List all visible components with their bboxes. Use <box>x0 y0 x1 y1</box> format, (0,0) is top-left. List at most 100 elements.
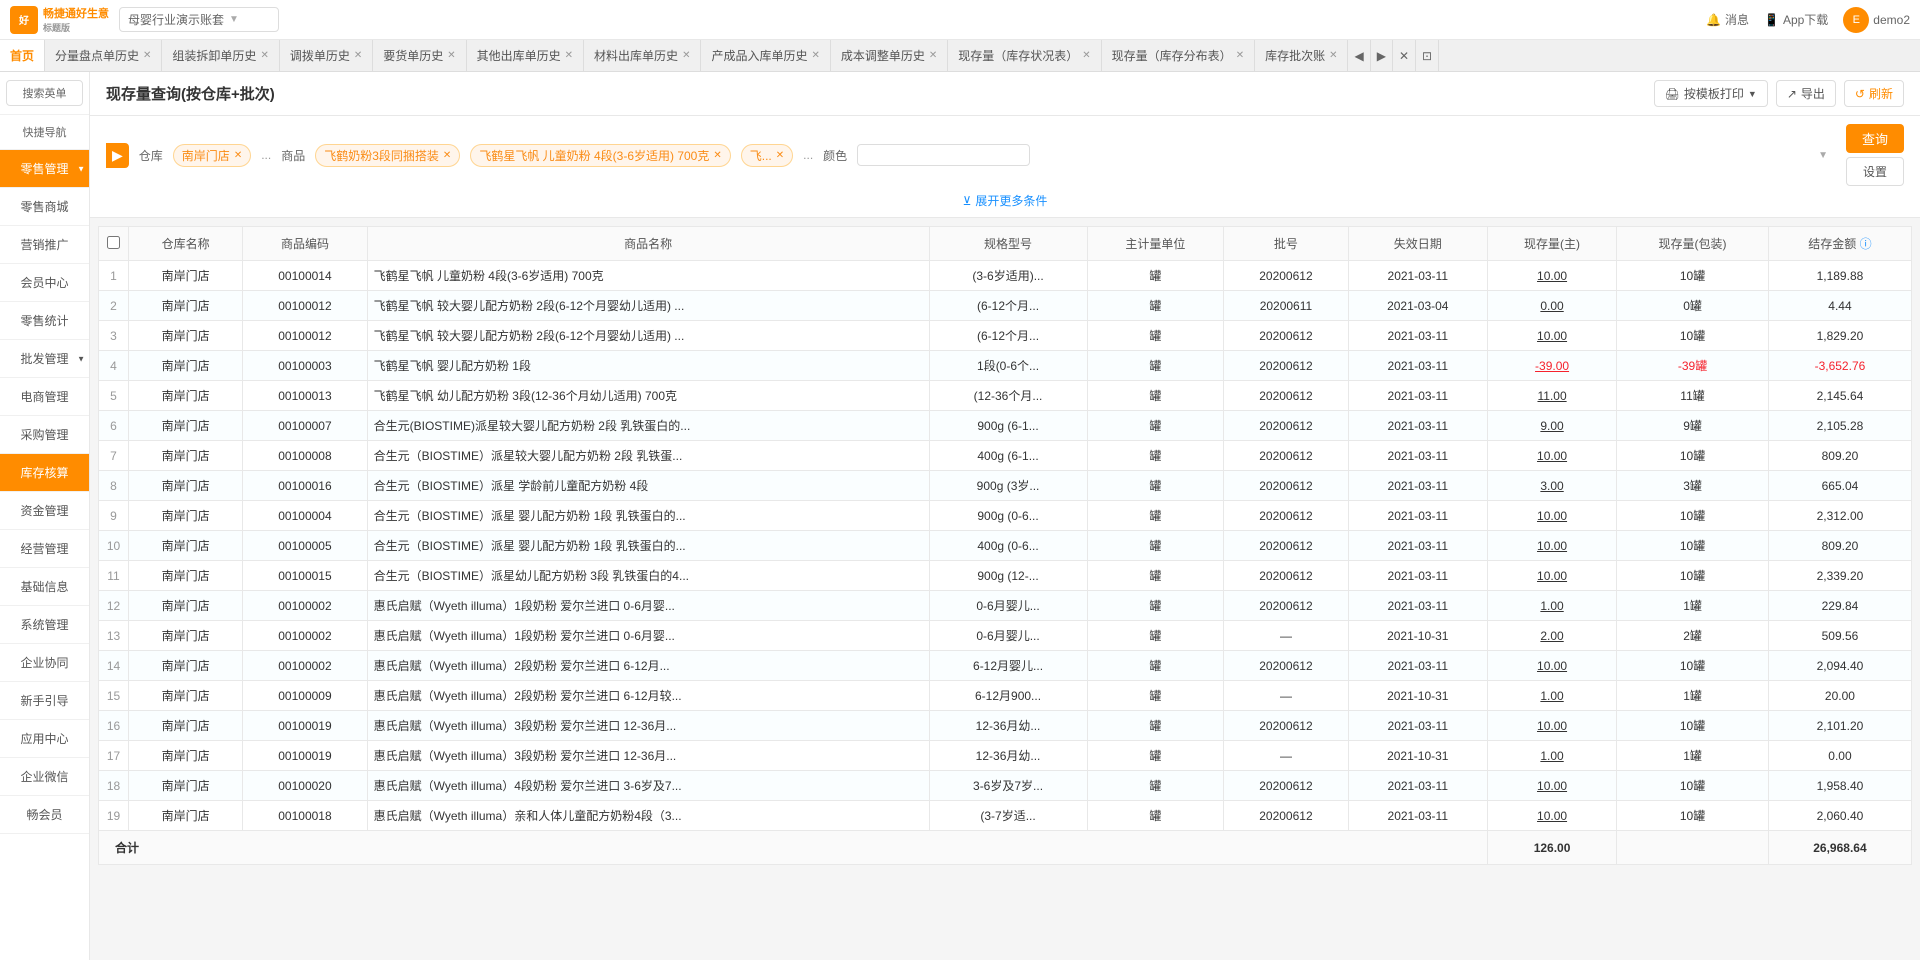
sidebar-item-qi-ye[interactable]: 企业协同 <box>0 644 89 682</box>
sidebar-item-pi-fa[interactable]: 批发管理 <box>0 340 89 378</box>
sidebar-item-cai-gou[interactable]: 采购管理 <box>0 416 89 454</box>
cell-qty-main[interactable]: 10.00 <box>1487 501 1616 531</box>
cell-qty-main[interactable]: 1.00 <box>1487 741 1616 771</box>
template-print-button[interactable]: 🖨 按模板打印 ▼ <box>1654 80 1768 107</box>
tab-qi-ta[interactable]: 其他出库单历史 ✕ <box>467 40 584 72</box>
sidebar-item-hui-yuan[interactable]: 会员中心 <box>0 264 89 302</box>
settings-button[interactable]: 设置 <box>1846 157 1904 186</box>
cell-expire: 2021-03-11 <box>1348 651 1487 681</box>
goods-more[interactable]: ... <box>803 148 813 162</box>
cell-qty-main[interactable]: 10.00 <box>1487 711 1616 741</box>
sidebar-item-ling-shou[interactable]: 零售管理 <box>0 150 89 188</box>
close-icon[interactable]: ✕ <box>682 50 690 61</box>
cell-qty-main[interactable]: 10.00 <box>1487 261 1616 291</box>
workspace-selector[interactable]: 母婴行业演示账套 ▼ <box>119 7 279 32</box>
cell-name: 飞鹤星飞帆 婴儿配方奶粉 1段 <box>367 351 929 381</box>
warehouse-more[interactable]: ... <box>261 148 271 162</box>
sidebar-item-ling-shou-shop[interactable]: 零售商城 <box>0 188 89 226</box>
filter-toggle-btn[interactable]: ▶ <box>106 143 129 168</box>
tab-cai-liao[interactable]: 材料出库单历史 ✕ <box>584 40 701 72</box>
user-info[interactable]: E demo2 <box>1843 7 1910 33</box>
cell-num: 4 <box>99 351 129 381</box>
sidebar-item-zi-jin[interactable]: 资金管理 <box>0 492 89 530</box>
tab-nav-close[interactable]: ✕ <box>1393 40 1416 72</box>
close-icon[interactable]: ✕ <box>811 50 819 61</box>
cell-qty-main[interactable]: 2.00 <box>1487 621 1616 651</box>
message-btn[interactable]: 🔔 消息 <box>1706 11 1749 28</box>
cell-amount: 809.20 <box>1768 441 1911 471</box>
warehouse-tag-remove[interactable]: ✕ <box>234 150 242 161</box>
cell-qty-pkg: 9罐 <box>1617 411 1769 441</box>
cell-code: 00100007 <box>243 411 367 441</box>
color-input[interactable] <box>857 144 1030 166</box>
goods-tag-3-remove[interactable]: ✕ <box>776 150 784 161</box>
close-icon[interactable]: ✕ <box>447 50 455 61</box>
top-bar: 好 畅捷通好生意 标题版 母婴行业演示账套 ▼ 🔔 消息 📱 App下载 E d… <box>0 0 1920 40</box>
query-button[interactable]: 查询 <box>1846 124 1904 153</box>
cell-qty-main[interactable]: 11.00 <box>1487 381 1616 411</box>
select-all-checkbox[interactable] <box>107 236 120 249</box>
sidebar-item-ku-cun[interactable]: 库存核算 <box>0 454 89 492</box>
sidebar-item-xin-shou[interactable]: 新手引导 <box>0 682 89 720</box>
cell-qty-main[interactable]: 10.00 <box>1487 321 1616 351</box>
sidebar-item-dian-shang[interactable]: 电商管理 <box>0 378 89 416</box>
cell-qty-main[interactable]: 10.00 <box>1487 801 1616 831</box>
close-icon[interactable]: ✕ <box>354 50 362 61</box>
table-row: 16南岸门店00100019惠氏启赋（Wyeth illuma）3段奶粉 爱尔兰… <box>99 711 1912 741</box>
app-download-btn[interactable]: 📱 App下载 <box>1764 11 1828 28</box>
cell-qty-main[interactable]: 3.00 <box>1487 471 1616 501</box>
sidebar-item-ling-shou-stat[interactable]: 零售统计 <box>0 302 89 340</box>
close-icon[interactable]: ✕ <box>260 50 268 61</box>
cell-unit: 罐 <box>1087 501 1224 531</box>
tab-home[interactable]: 首页 <box>0 40 45 72</box>
tab-nav-prev[interactable]: ◀ <box>1348 40 1370 72</box>
sidebar-item-jing-ying[interactable]: 经营管理 <box>0 530 89 568</box>
sidebar-item-qi-ye-wei[interactable]: 企业微信 <box>0 758 89 796</box>
goods-tag-2-remove[interactable]: ✕ <box>713 150 721 161</box>
table-row: 15南岸门店00100009惠氏启赋（Wyeth illuma）2段奶粉 爱尔兰… <box>99 681 1912 711</box>
close-icon[interactable]: ✕ <box>1236 50 1244 61</box>
cell-qty-main[interactable]: 10.00 <box>1487 651 1616 681</box>
close-icon[interactable]: ✕ <box>565 50 573 61</box>
tab-nav-next[interactable]: ▶ <box>1371 40 1393 72</box>
cell-qty-main[interactable]: 1.00 <box>1487 681 1616 711</box>
export-button[interactable]: ↗ 导出 <box>1776 80 1836 107</box>
cell-qty-main[interactable]: 10.00 <box>1487 561 1616 591</box>
goods-tag-1-remove[interactable]: ✕ <box>443 150 451 161</box>
cell-expire: 2021-10-31 <box>1348 741 1487 771</box>
sidebar-item-ying-yong[interactable]: 应用中心 <box>0 720 89 758</box>
tab-nav-expand[interactable]: ⊡ <box>1416 40 1439 72</box>
sidebar-item-ying-xiao[interactable]: 营销推广 <box>0 226 89 264</box>
tab-chan-pin[interactable]: 产成品入库单历史 ✕ <box>701 40 830 72</box>
close-icon[interactable]: ✕ <box>143 50 151 61</box>
tab-fen-pan[interactable]: 分量盘点单历史 ✕ <box>45 40 162 72</box>
expand-more-btn[interactable]: ⊻ 展开更多条件 <box>963 192 1048 209</box>
sidebar-item-chang-hui[interactable]: 畅会员 <box>0 796 89 834</box>
cell-qty-main[interactable]: 10.00 <box>1487 771 1616 801</box>
close-icon[interactable]: ✕ <box>929 50 937 61</box>
tab-tiao-bo[interactable]: 调拨单历史 ✕ <box>280 40 373 72</box>
sidebar-item-ji-chu[interactable]: 基础信息 <box>0 568 89 606</box>
tab-cheng-ben[interactable]: 成本调整单历史 ✕ <box>831 40 948 72</box>
cell-unit: 罐 <box>1087 711 1224 741</box>
cell-qty-main[interactable]: 9.00 <box>1487 411 1616 441</box>
close-icon[interactable]: ✕ <box>1082 50 1090 61</box>
sidebar-item-xi-tong[interactable]: 系统管理 <box>0 606 89 644</box>
tab-zu-chai[interactable]: 组装拆卸单历史 ✕ <box>162 40 279 72</box>
cell-qty-main[interactable]: 10.00 <box>1487 531 1616 561</box>
cell-qty-main[interactable]: 1.00 <box>1487 591 1616 621</box>
cell-qty-main[interactable]: -39.00 <box>1487 351 1616 381</box>
cell-code: 00100019 <box>243 741 367 771</box>
tab-xian-cun-fb[interactable]: 现存量（库存分布表） ✕ <box>1102 40 1255 72</box>
cell-batch: 20200612 <box>1224 771 1348 801</box>
cell-qty-main[interactable]: 10.00 <box>1487 441 1616 471</box>
table-row: 2南岸门店00100012飞鹤星飞帆 较大婴儿配方奶粉 2段(6-12个月婴幼儿… <box>99 291 1912 321</box>
cell-qty-main[interactable]: 0.00 <box>1487 291 1616 321</box>
search-button[interactable]: 搜索英单 <box>6 80 83 106</box>
quick-nav-link[interactable]: 快捷导航 <box>6 121 83 143</box>
tab-ku-pi[interactable]: 库存批次账 ✕ <box>1255 40 1348 72</box>
tab-xian-cun-kk[interactable]: 现存量（库存状况表） ✕ <box>948 40 1101 72</box>
refresh-button[interactable]: ↺ 刷新 <box>1844 80 1904 107</box>
tab-yao-huo[interactable]: 要货单历史 ✕ <box>373 40 466 72</box>
close-icon[interactable]: ✕ <box>1329 50 1337 61</box>
